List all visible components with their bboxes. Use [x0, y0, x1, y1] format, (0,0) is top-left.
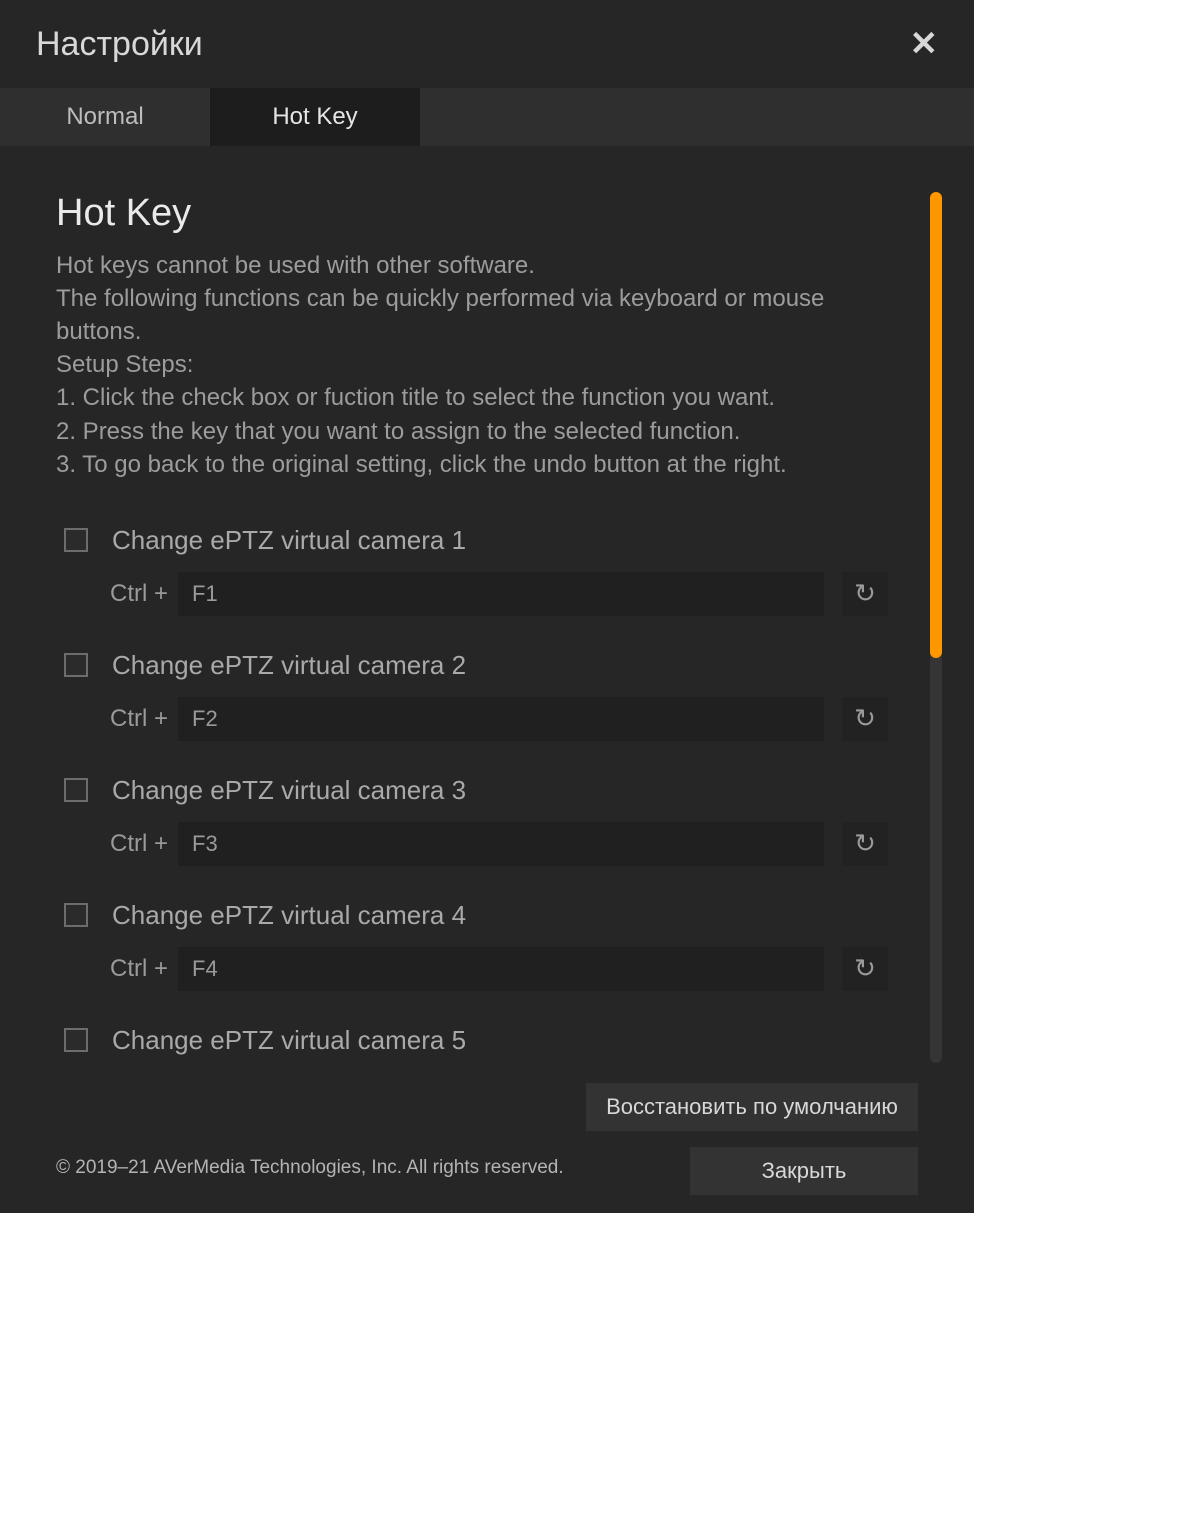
- hotkey-key-input[interactable]: [178, 947, 824, 991]
- hotkey-item: Change ePTZ virtual camera 1 Ctrl + ↻: [64, 525, 888, 616]
- hotkey-key-input[interactable]: [178, 697, 824, 741]
- settings-dialog: Настройки ✕ Normal Hot Key Hot Key Hot k…: [0, 0, 974, 1213]
- section-description: Hot keys cannot be used with other softw…: [56, 249, 876, 481]
- hotkey-checkbox[interactable]: [64, 778, 88, 802]
- scrollbar-thumb[interactable]: [930, 192, 942, 658]
- hotkey-checkbox[interactable]: [64, 653, 88, 677]
- hotkey-item: Change ePTZ virtual camera 3 Ctrl + ↻: [64, 775, 888, 866]
- hotkey-checkbox[interactable]: [64, 528, 88, 552]
- hotkey-key-input[interactable]: [178, 822, 824, 866]
- hotkey-item: Change ePTZ virtual camera 5: [64, 1025, 888, 1056]
- copyright-text: © 2019–21 AVerMedia Technologies, Inc. A…: [56, 1157, 564, 1179]
- desc-line: The following functions can be quickly p…: [56, 282, 876, 348]
- desc-line: Setup Steps:: [56, 348, 876, 381]
- hotkey-modifier: Ctrl +: [110, 955, 168, 983]
- restore-defaults-button[interactable]: Восстановить по умолчанию: [586, 1083, 918, 1131]
- undo-icon[interactable]: ↻: [842, 947, 888, 991]
- close-icon[interactable]: ✕: [910, 27, 939, 61]
- hotkey-title: Change ePTZ virtual camera 2: [112, 650, 466, 681]
- hotkey-title[interactable]: Change ePTZ virtual camera 5: [112, 1025, 466, 1056]
- undo-icon[interactable]: ↻: [842, 697, 888, 741]
- tab-hotkey[interactable]: Hot Key: [210, 88, 420, 146]
- hotkey-checkbox[interactable]: [64, 1028, 88, 1052]
- undo-icon[interactable]: ↻: [842, 822, 888, 866]
- hotkey-modifier: Ctrl +: [110, 830, 168, 858]
- hotkey-item: Change ePTZ virtual camera 4 Ctrl + ↻: [64, 900, 888, 991]
- hotkey-title[interactable]: Change ePTZ virtual camera 4: [112, 900, 466, 931]
- hotkey-checkbox[interactable]: [64, 903, 88, 927]
- tab-bar: Normal Hot Key: [0, 88, 974, 146]
- title-bar: Настройки ✕: [0, 0, 974, 88]
- hotkey-key-input[interactable]: [178, 572, 824, 616]
- desc-line: 1. Click the check box or fuction title …: [56, 381, 876, 414]
- hotkey-title[interactable]: Change ePTZ virtual camera 3: [112, 775, 466, 806]
- hotkey-title[interactable]: Change ePTZ virtual camera 1: [112, 525, 466, 556]
- close-button[interactable]: Закрыть: [690, 1147, 918, 1195]
- desc-line: Hot keys cannot be used with other softw…: [56, 249, 876, 282]
- hotkey-list: Change ePTZ virtual camera 1 Ctrl + ↻ Ch…: [56, 525, 918, 1056]
- desc-line: 3. To go back to the original setting, c…: [56, 448, 876, 481]
- section-title: Hot Key: [56, 192, 918, 235]
- vertical-scrollbar[interactable]: [930, 192, 942, 1063]
- dialog-footer: Восстановить по умолчанию Закрыть © 2019…: [0, 1083, 974, 1213]
- tab-normal[interactable]: Normal: [0, 88, 210, 146]
- desc-line: 2. Press the key that you want to assign…: [56, 415, 876, 448]
- window-title: Настройки: [36, 25, 203, 64]
- hotkey-item: Change ePTZ virtual camera 2 Ctrl + ↻: [64, 650, 888, 741]
- hotkey-modifier: Ctrl +: [110, 580, 168, 608]
- hotkey-modifier: Ctrl +: [110, 705, 168, 733]
- content-area: Hot Key Hot keys cannot be used with oth…: [0, 146, 974, 1083]
- undo-icon[interactable]: ↻: [842, 572, 888, 616]
